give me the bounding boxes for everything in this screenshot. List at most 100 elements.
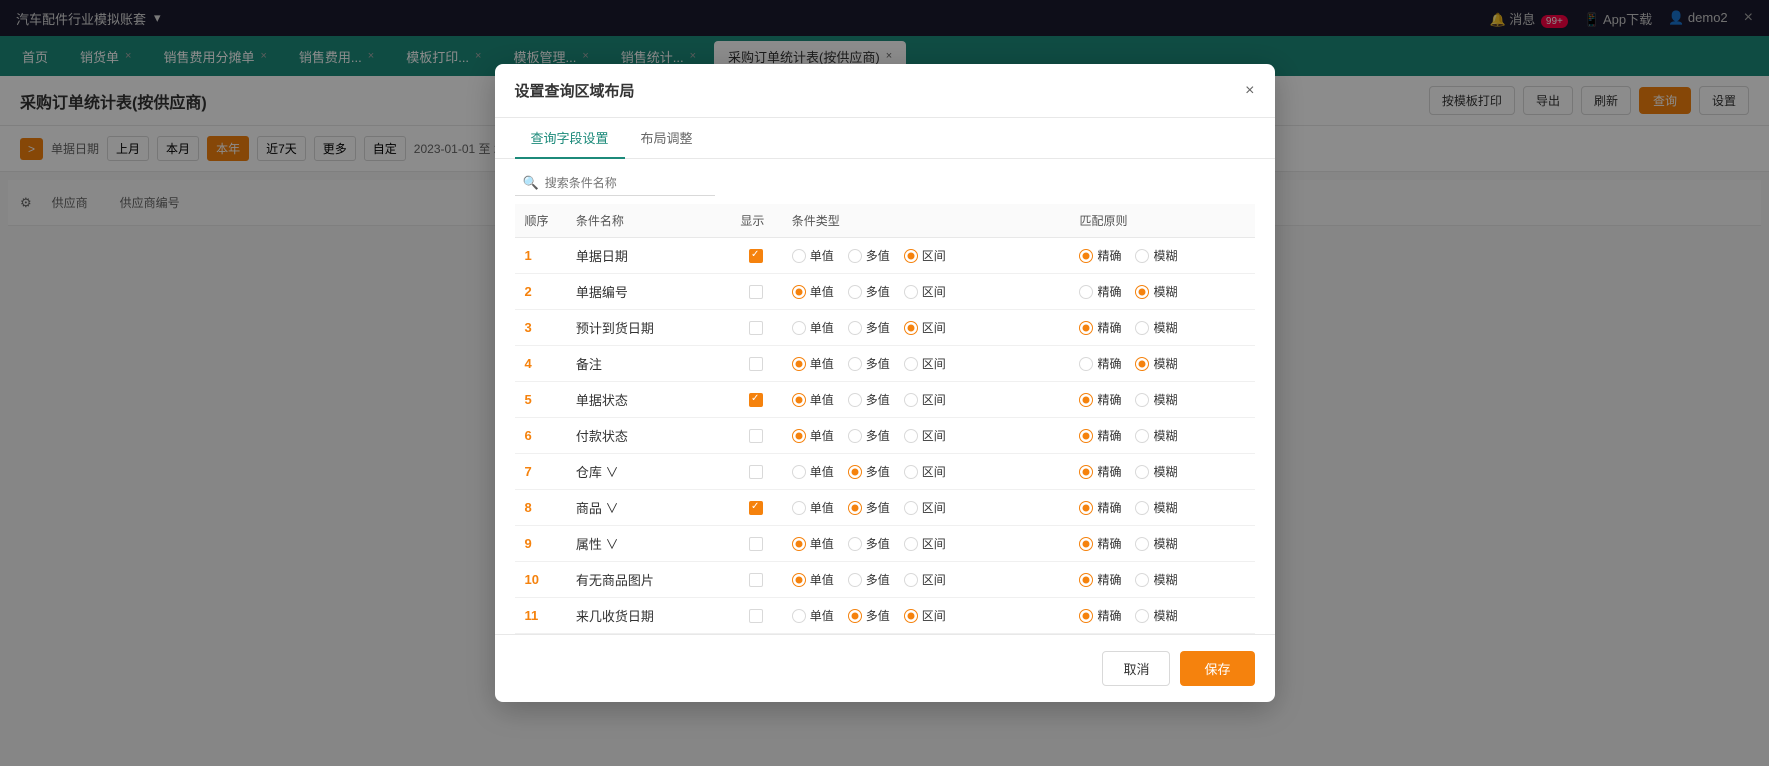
match-fuzzy-radio[interactable] (1135, 573, 1149, 587)
type-range-option[interactable]: 区间 (904, 355, 946, 372)
match-fuzzy-option[interactable]: 模糊 (1135, 391, 1177, 408)
type-range-option[interactable]: 区间 (904, 535, 946, 552)
type-multi-option[interactable]: 多值 (848, 463, 890, 480)
type-single-radio[interactable] (792, 285, 806, 299)
match-exact-option[interactable]: 精确 (1079, 571, 1121, 588)
type-multi-option[interactable]: 多值 (848, 571, 890, 588)
match-exact-option[interactable]: 精确 (1079, 319, 1121, 336)
match-exact-option[interactable]: 精确 (1079, 499, 1121, 516)
match-exact-option[interactable]: 精确 (1079, 427, 1121, 444)
type-range-option[interactable]: 区间 (904, 391, 946, 408)
type-multi-option[interactable]: 多值 (848, 427, 890, 444)
type-range-option[interactable]: 区间 (904, 499, 946, 516)
modal-tab-fields[interactable]: 查询字段设置 (515, 118, 625, 159)
match-fuzzy-radio[interactable] (1135, 357, 1149, 371)
type-single-option[interactable]: 单值 (792, 427, 834, 444)
cancel-btn[interactable]: 取消 (1102, 651, 1170, 686)
match-fuzzy-option[interactable]: 模糊 (1135, 355, 1177, 372)
type-single-option[interactable]: 单值 (792, 247, 834, 264)
type-range-option[interactable]: 区间 (904, 427, 946, 444)
type-single-radio[interactable] (792, 249, 806, 263)
search-input[interactable] (545, 176, 695, 190)
show-checkbox[interactable] (749, 609, 763, 623)
type-multi-radio[interactable] (848, 393, 862, 407)
type-single-radio[interactable] (792, 429, 806, 443)
show-checkbox[interactable] (749, 465, 763, 479)
type-range-option[interactable]: 区间 (904, 571, 946, 588)
match-fuzzy-option[interactable]: 模糊 (1135, 571, 1177, 588)
type-single-radio[interactable] (792, 393, 806, 407)
type-single-option[interactable]: 单值 (792, 391, 834, 408)
match-exact-option[interactable]: 精确 (1079, 283, 1121, 300)
modal-tab-layout[interactable]: 布局调整 (625, 118, 709, 159)
type-multi-radio[interactable] (848, 537, 862, 551)
type-single-option[interactable]: 单值 (792, 283, 834, 300)
match-fuzzy-option[interactable]: 模糊 (1135, 283, 1177, 300)
type-single-option[interactable]: 单值 (792, 535, 834, 552)
type-range-radio[interactable] (904, 357, 918, 371)
type-multi-option[interactable]: 多值 (848, 247, 890, 264)
match-exact-radio[interactable] (1079, 393, 1093, 407)
match-fuzzy-radio[interactable] (1135, 249, 1149, 263)
type-single-radio[interactable] (792, 321, 806, 335)
type-multi-option[interactable]: 多值 (848, 355, 890, 372)
match-fuzzy-option[interactable]: 模糊 (1135, 607, 1177, 624)
match-fuzzy-option[interactable]: 模糊 (1135, 535, 1177, 552)
match-fuzzy-option[interactable]: 模糊 (1135, 427, 1177, 444)
type-single-option[interactable]: 单值 (792, 463, 834, 480)
match-fuzzy-radio[interactable] (1135, 429, 1149, 443)
type-single-radio[interactable] (792, 465, 806, 479)
match-fuzzy-radio[interactable] (1135, 465, 1149, 479)
match-fuzzy-option[interactable]: 模糊 (1135, 319, 1177, 336)
type-single-option[interactable]: 单值 (792, 319, 834, 336)
show-checkbox[interactable] (749, 573, 763, 587)
type-multi-radio[interactable] (848, 357, 862, 371)
type-single-radio[interactable] (792, 501, 806, 515)
type-range-radio[interactable] (904, 285, 918, 299)
match-exact-radio[interactable] (1079, 285, 1093, 299)
type-range-option[interactable]: 区间 (904, 319, 946, 336)
type-range-radio[interactable] (904, 321, 918, 335)
match-exact-option[interactable]: 精确 (1079, 463, 1121, 480)
type-range-radio[interactable] (904, 465, 918, 479)
type-multi-radio[interactable] (848, 609, 862, 623)
match-exact-option[interactable]: 精确 (1079, 391, 1121, 408)
match-exact-radio[interactable] (1079, 465, 1093, 479)
type-single-radio[interactable] (792, 609, 806, 623)
match-fuzzy-option[interactable]: 模糊 (1135, 247, 1177, 264)
match-exact-option[interactable]: 精确 (1079, 247, 1121, 264)
match-fuzzy-option[interactable]: 模糊 (1135, 499, 1177, 516)
match-exact-radio[interactable] (1079, 609, 1093, 623)
type-range-radio[interactable] (904, 537, 918, 551)
match-exact-radio[interactable] (1079, 573, 1093, 587)
match-exact-radio[interactable] (1079, 357, 1093, 371)
type-multi-option[interactable]: 多值 (848, 319, 890, 336)
match-fuzzy-radio[interactable] (1135, 285, 1149, 299)
type-multi-option[interactable]: 多值 (848, 535, 890, 552)
match-exact-radio[interactable] (1079, 321, 1093, 335)
match-exact-radio[interactable] (1079, 537, 1093, 551)
show-checkbox[interactable] (749, 285, 763, 299)
save-btn[interactable]: 保存 (1180, 651, 1254, 686)
type-multi-option[interactable]: 多值 (848, 499, 890, 516)
match-exact-option[interactable]: 精确 (1079, 355, 1121, 372)
type-range-radio[interactable] (904, 429, 918, 443)
type-single-radio[interactable] (792, 537, 806, 551)
type-multi-radio[interactable] (848, 465, 862, 479)
type-range-option[interactable]: 区间 (904, 607, 946, 624)
type-range-option[interactable]: 区间 (904, 463, 946, 480)
match-exact-radio[interactable] (1079, 501, 1093, 515)
type-single-option[interactable]: 单值 (792, 355, 834, 372)
type-multi-radio[interactable] (848, 429, 862, 443)
show-checkbox[interactable] (749, 393, 763, 407)
type-multi-radio[interactable] (848, 321, 862, 335)
type-range-radio[interactable] (904, 393, 918, 407)
type-multi-radio[interactable] (848, 501, 862, 515)
type-range-radio[interactable] (904, 501, 918, 515)
match-fuzzy-radio[interactable] (1135, 537, 1149, 551)
match-exact-radio[interactable] (1079, 429, 1093, 443)
type-multi-radio[interactable] (848, 285, 862, 299)
type-range-option[interactable]: 区间 (904, 283, 946, 300)
show-checkbox[interactable] (749, 501, 763, 515)
match-fuzzy-radio[interactable] (1135, 609, 1149, 623)
